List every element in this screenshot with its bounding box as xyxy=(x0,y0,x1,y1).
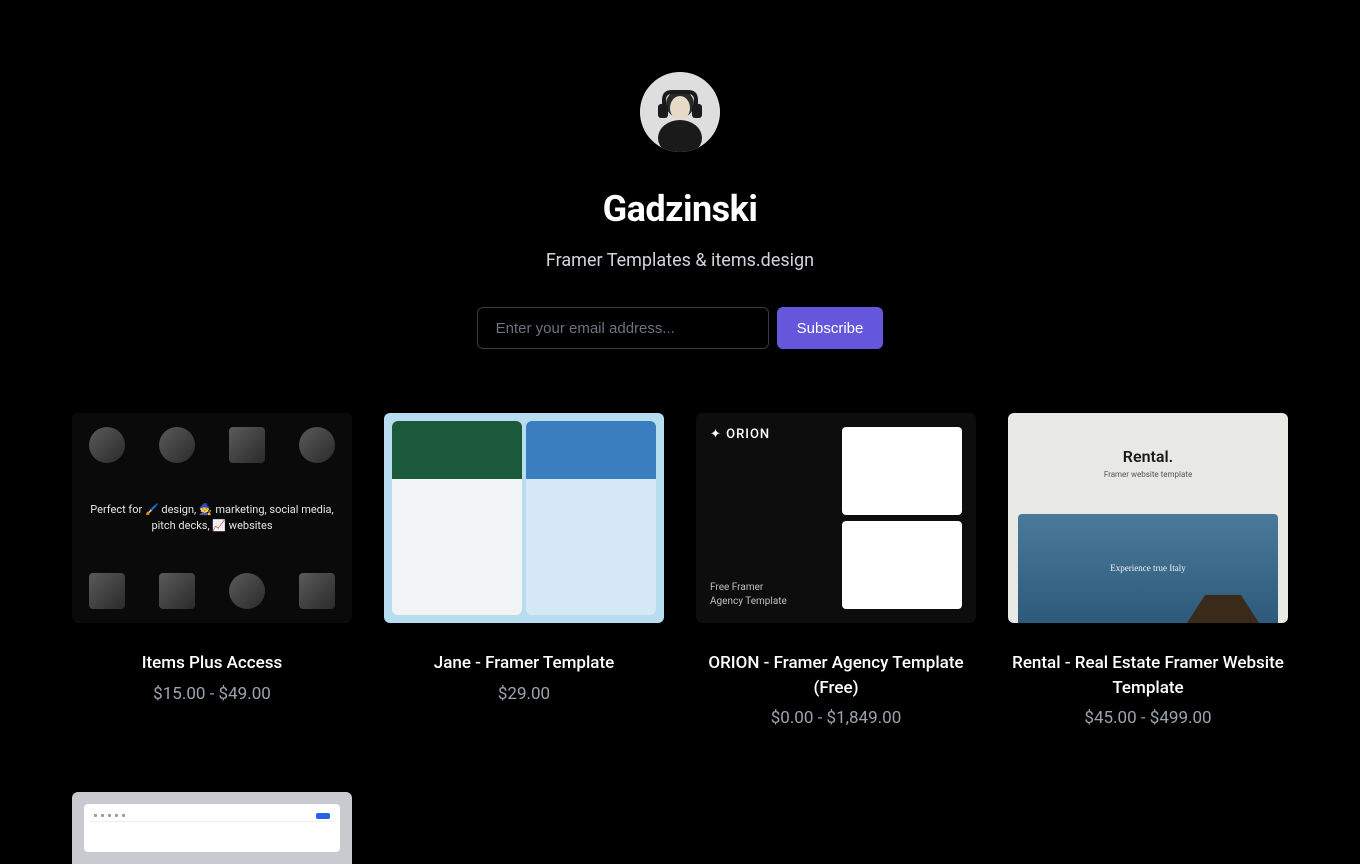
product-price: $45.00 - $499.00 xyxy=(1008,708,1288,728)
thumb-title: Rental. xyxy=(1123,447,1173,466)
product-price: $0.00 - $1,849.00 xyxy=(696,708,976,728)
thumb-caption: Perfect for 🖌️ design, 🧙 marketing, soci… xyxy=(72,502,352,535)
avatar[interactable] xyxy=(640,72,720,152)
products-grid-row-2 xyxy=(0,792,1360,864)
product-price: $29.00 xyxy=(384,684,664,704)
product-thumbnail: Rental. Framer website template Experien… xyxy=(1008,413,1288,623)
product-title: ORION - Framer Agency Template (Free) xyxy=(696,651,976,700)
product-card[interactable]: Jane - Framer Template $29.00 xyxy=(384,413,664,728)
profile-name: Gadzinski xyxy=(603,188,758,230)
thumb-subtitle: Free FramerAgency Template xyxy=(710,581,830,609)
product-thumbnail xyxy=(384,413,664,623)
email-input[interactable] xyxy=(477,307,769,349)
product-thumbnail xyxy=(72,792,352,864)
profile-tagline: Framer Templates & items.design xyxy=(546,250,814,271)
thumb-subtitle: Framer website template xyxy=(1104,470,1192,479)
product-thumbnail: ✦ ORION Free FramerAgency Template xyxy=(696,413,976,623)
product-price: $15.00 - $49.00 xyxy=(72,684,352,704)
products-grid: Perfect for 🖌️ design, 🧙 marketing, soci… xyxy=(0,413,1360,728)
product-card[interactable]: ✦ ORION Free FramerAgency Template ORION… xyxy=(696,413,976,728)
page-container: Gadzinski Framer Templates & items.desig… xyxy=(0,0,1360,864)
product-card[interactable]: Rental. Framer website template Experien… xyxy=(1008,413,1288,728)
product-card[interactable]: Perfect for 🖌️ design, 🧙 marketing, soci… xyxy=(72,413,352,728)
product-thumbnail: Perfect for 🖌️ design, 🧙 marketing, soci… xyxy=(72,413,352,623)
thumb-hero-text: Experience true Italy xyxy=(1110,563,1185,573)
avatar-image xyxy=(640,72,720,152)
subscribe-form: Subscribe xyxy=(477,307,884,349)
product-card[interactable] xyxy=(72,792,352,864)
thumb-brand: ✦ ORION xyxy=(710,427,830,442)
subscribe-button[interactable]: Subscribe xyxy=(777,307,884,349)
product-title: Rental - Real Estate Framer Website Temp… xyxy=(1008,651,1288,700)
product-title: Items Plus Access xyxy=(72,651,352,676)
product-title: Jane - Framer Template xyxy=(384,651,664,676)
